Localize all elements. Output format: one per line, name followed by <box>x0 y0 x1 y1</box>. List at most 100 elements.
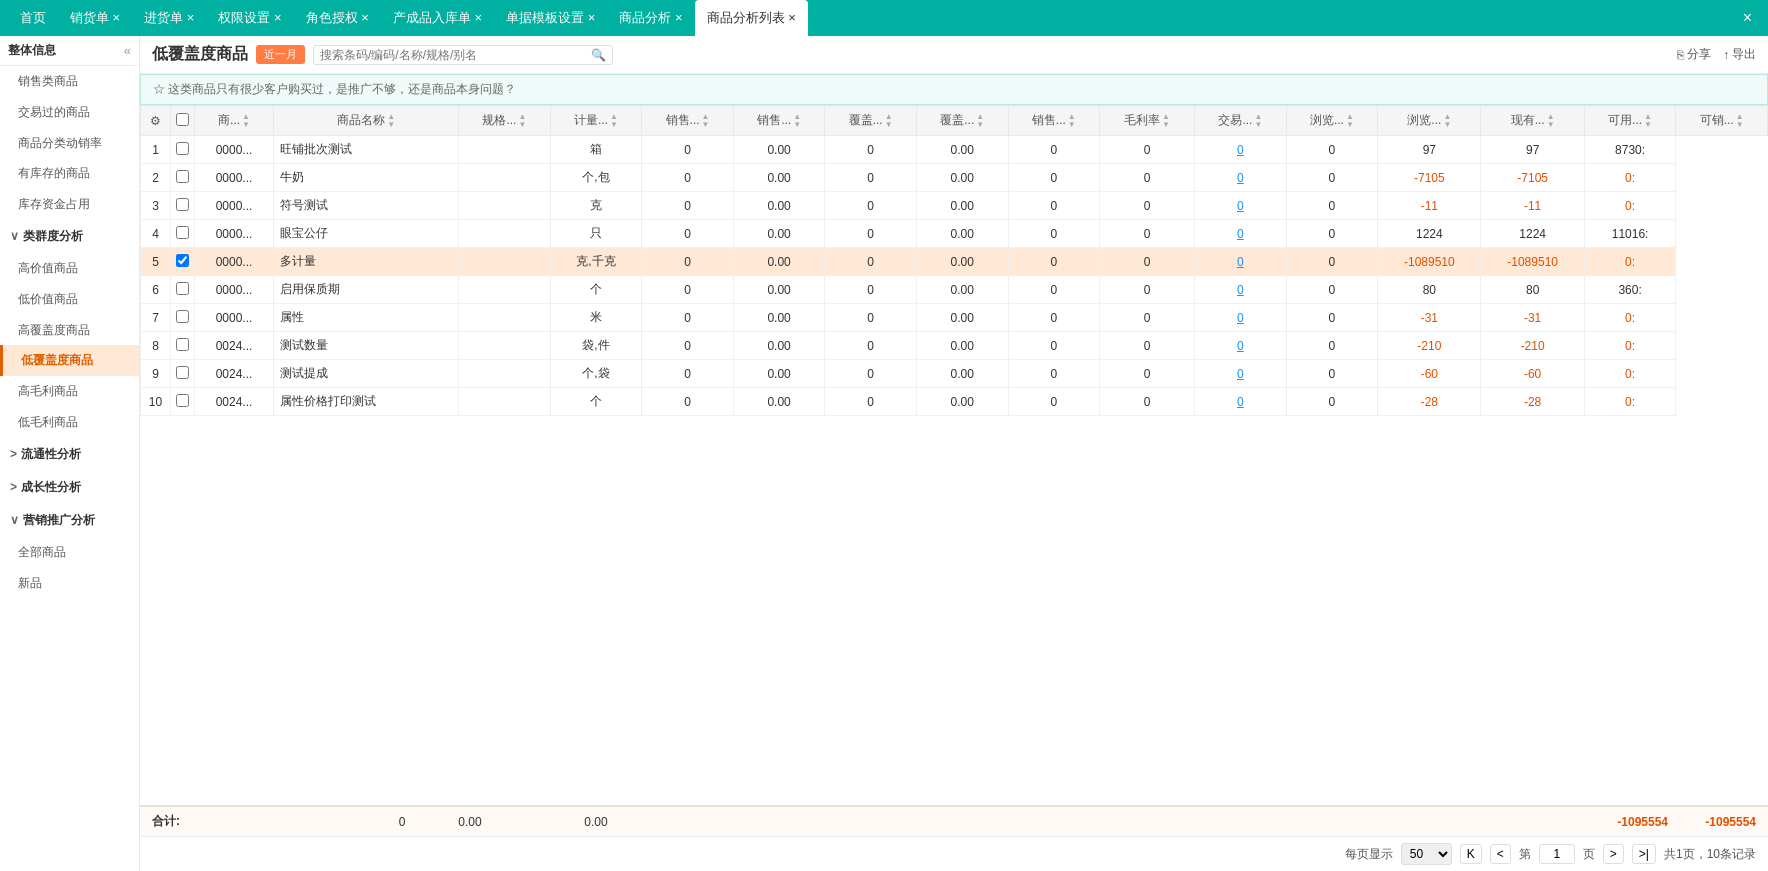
nav-roles[interactable]: 角色授权 × <box>294 0 381 36</box>
sidebar-item-sales-goods[interactable]: 销售类商品 <box>0 66 139 97</box>
nav-sales[interactable]: 销货单 × <box>58 0 132 36</box>
cell-check[interactable] <box>171 332 195 360</box>
row-checkbox[interactable] <box>176 282 189 295</box>
nav-product-analysis[interactable]: 商品分析 × <box>607 0 694 36</box>
th-name[interactable]: 商品名称▲▼ <box>274 106 459 136</box>
sidebar-item-stock-capital[interactable]: 库存资金占用 <box>0 189 139 220</box>
sidebar-item-low-margin[interactable]: 低毛利商品 <box>0 407 139 438</box>
row-checkbox[interactable] <box>176 394 189 407</box>
table-row[interactable]: 1 0000... 旺铺批次测试 箱 0 0.00 0 0.00 0 0 0 0… <box>141 136 1768 164</box>
cell-link[interactable]: 0 <box>1195 360 1287 388</box>
table-row[interactable]: 4 0000... 眼宝公仔 只 0 0.00 0 0.00 0 0 0 0 1… <box>141 220 1768 248</box>
cell-check[interactable] <box>171 136 195 164</box>
th-spec[interactable]: 规格...▲▼ <box>459 106 551 136</box>
table-row[interactable]: 3 0000... 符号测试 克 0 0.00 0 0.00 0 0 0 0 -… <box>141 192 1768 220</box>
search-input[interactable] <box>320 48 591 62</box>
sidebar-item-all-goods[interactable]: 全部商品 <box>0 537 139 568</box>
cell-s9: -7105 <box>1378 164 1481 192</box>
th-sales1[interactable]: 销售...▲▼ <box>642 106 734 136</box>
table-row[interactable]: 5 0000... 多计量 克,千克 0 0.00 0 0.00 0 0 0 0… <box>141 248 1768 276</box>
sidebar-group-circulation[interactable]: > 流通性分析 <box>0 438 139 471</box>
table-row[interactable]: 10 0024... 属性价格打印测试 个 0 0.00 0 0.00 0 0 … <box>141 388 1768 416</box>
row-checkbox[interactable] <box>176 170 189 183</box>
row-checkbox[interactable] <box>176 142 189 155</box>
sidebar-item-high-value[interactable]: 高价值商品 <box>0 253 139 284</box>
th-browse1[interactable]: 浏览...▲▼ <box>1286 106 1378 136</box>
search-icon[interactable]: 🔍 <box>591 48 606 62</box>
cell-link[interactable]: 0 <box>1195 192 1287 220</box>
cell-check[interactable] <box>171 304 195 332</box>
row-checkbox[interactable] <box>176 198 189 211</box>
per-page-select[interactable]: 50 20 100 200 <box>1401 843 1452 865</box>
sidebar-collapse-icon[interactable]: « <box>124 43 131 58</box>
th-sellable-stock[interactable]: 可销...▲▼ <box>1676 106 1768 136</box>
cell-check[interactable] <box>171 248 195 276</box>
cell-check[interactable] <box>171 276 195 304</box>
cell-check[interactable] <box>171 220 195 248</box>
sidebar-group-growth[interactable]: > 成长性分析 <box>0 471 139 504</box>
cell-link[interactable]: 0 <box>1195 304 1287 332</box>
th-coverage1[interactable]: 覆盖...▲▼ <box>825 106 917 136</box>
th-available-stock[interactable]: 可用...▲▼ <box>1584 106 1676 136</box>
close-button[interactable]: × <box>1735 9 1760 27</box>
cell-check[interactable] <box>171 192 195 220</box>
cell-link[interactable]: 0 <box>1195 388 1287 416</box>
th-current-stock[interactable]: 现有...▲▼ <box>1481 106 1584 136</box>
cell-link[interactable]: 0 <box>1195 332 1287 360</box>
cell-link[interactable]: 0 <box>1195 164 1287 192</box>
export-button[interactable]: ↑ 导出 <box>1723 46 1756 63</box>
th-sales3[interactable]: 销售...▲▼ <box>1008 106 1100 136</box>
sidebar-item-traded-goods[interactable]: 交易过的商品 <box>0 97 139 128</box>
nav-product-analysis-list[interactable]: 商品分析列表 × <box>695 0 808 36</box>
th-code[interactable]: 商...▲▼ <box>195 106 274 136</box>
table-row[interactable]: 2 0000... 牛奶 个,包 0 0.00 0 0.00 0 0 0 0 -… <box>141 164 1768 192</box>
row-checkbox[interactable] <box>176 366 189 379</box>
th-sales2[interactable]: 销售...▲▼ <box>733 106 825 136</box>
sidebar-item-category-rate[interactable]: 商品分类动销率 <box>0 128 139 159</box>
sidebar-item-new-goods[interactable]: 新品 <box>0 568 139 599</box>
cell-check[interactable] <box>171 164 195 192</box>
sidebar-item-stock-goods[interactable]: 有库存的商品 <box>0 158 139 189</box>
row-checkbox[interactable] <box>176 254 189 267</box>
share-button[interactable]: ⎘ 分享 <box>1677 46 1711 63</box>
select-all-checkbox[interactable] <box>176 113 189 126</box>
prev-page-button[interactable]: < <box>1490 844 1511 864</box>
row-checkbox[interactable] <box>176 338 189 351</box>
page-input[interactable] <box>1539 844 1575 864</box>
cell-link[interactable]: 0 <box>1195 276 1287 304</box>
table-row[interactable]: 9 0024... 测试提成 个,袋 0 0.00 0 0.00 0 0 0 0… <box>141 360 1768 388</box>
nav-home[interactable]: 首页 <box>8 0 58 36</box>
row-checkbox[interactable] <box>176 310 189 323</box>
th-browse2[interactable]: 浏览...▲▼ <box>1378 106 1481 136</box>
th-settings[interactable]: ⚙ <box>141 106 171 136</box>
th-margin[interactable]: 毛利率▲▼ <box>1100 106 1195 136</box>
last-page-button[interactable]: >| <box>1632 844 1656 864</box>
nav-template-settings[interactable]: 单据模板设置 × <box>494 0 607 36</box>
search-box[interactable]: 🔍 <box>313 45 613 65</box>
sidebar-item-low-coverage[interactable]: 低覆盖度商品 <box>0 345 139 376</box>
nav-purchase[interactable]: 进货单 × <box>132 0 206 36</box>
sidebar-group-cluster[interactable]: ∨ 类群度分析 <box>0 220 139 253</box>
sidebar-item-low-value[interactable]: 低价值商品 <box>0 284 139 315</box>
th-unit[interactable]: 计量...▲▼ <box>550 106 642 136</box>
th-coverage2[interactable]: 覆盖...▲▼ <box>916 106 1008 136</box>
first-page-button[interactable]: K <box>1460 844 1482 864</box>
table-row[interactable]: 7 0000... 属性 米 0 0.00 0 0.00 0 0 0 0 -31… <box>141 304 1768 332</box>
cell-check[interactable] <box>171 360 195 388</box>
cell-link[interactable]: 0 <box>1195 136 1287 164</box>
cell-check[interactable] <box>171 388 195 416</box>
table-row[interactable]: 6 0000... 启用保质期 个 0 0.00 0 0.00 0 0 0 0 … <box>141 276 1768 304</box>
sidebar-item-high-coverage[interactable]: 高覆盖度商品 <box>0 315 139 346</box>
row-checkbox[interactable] <box>176 226 189 239</box>
period-button[interactable]: 近一月 <box>256 45 305 64</box>
nav-product-warehouse[interactable]: 产成品入库单 × <box>381 0 494 36</box>
table-row[interactable]: 8 0024... 测试数量 袋,件 0 0.00 0 0.00 0 0 0 0… <box>141 332 1768 360</box>
th-check[interactable] <box>171 106 195 136</box>
nav-permissions[interactable]: 权限设置 × <box>206 0 293 36</box>
sidebar-group-marketing[interactable]: ∨ 营销推广分析 <box>0 504 139 537</box>
cell-link[interactable]: 0 <box>1195 220 1287 248</box>
th-trade[interactable]: 交易...▲▼ <box>1195 106 1287 136</box>
cell-link[interactable]: 0 <box>1195 248 1287 276</box>
sidebar-item-high-margin[interactable]: 高毛利商品 <box>0 376 139 407</box>
next-page-button[interactable]: > <box>1603 844 1624 864</box>
